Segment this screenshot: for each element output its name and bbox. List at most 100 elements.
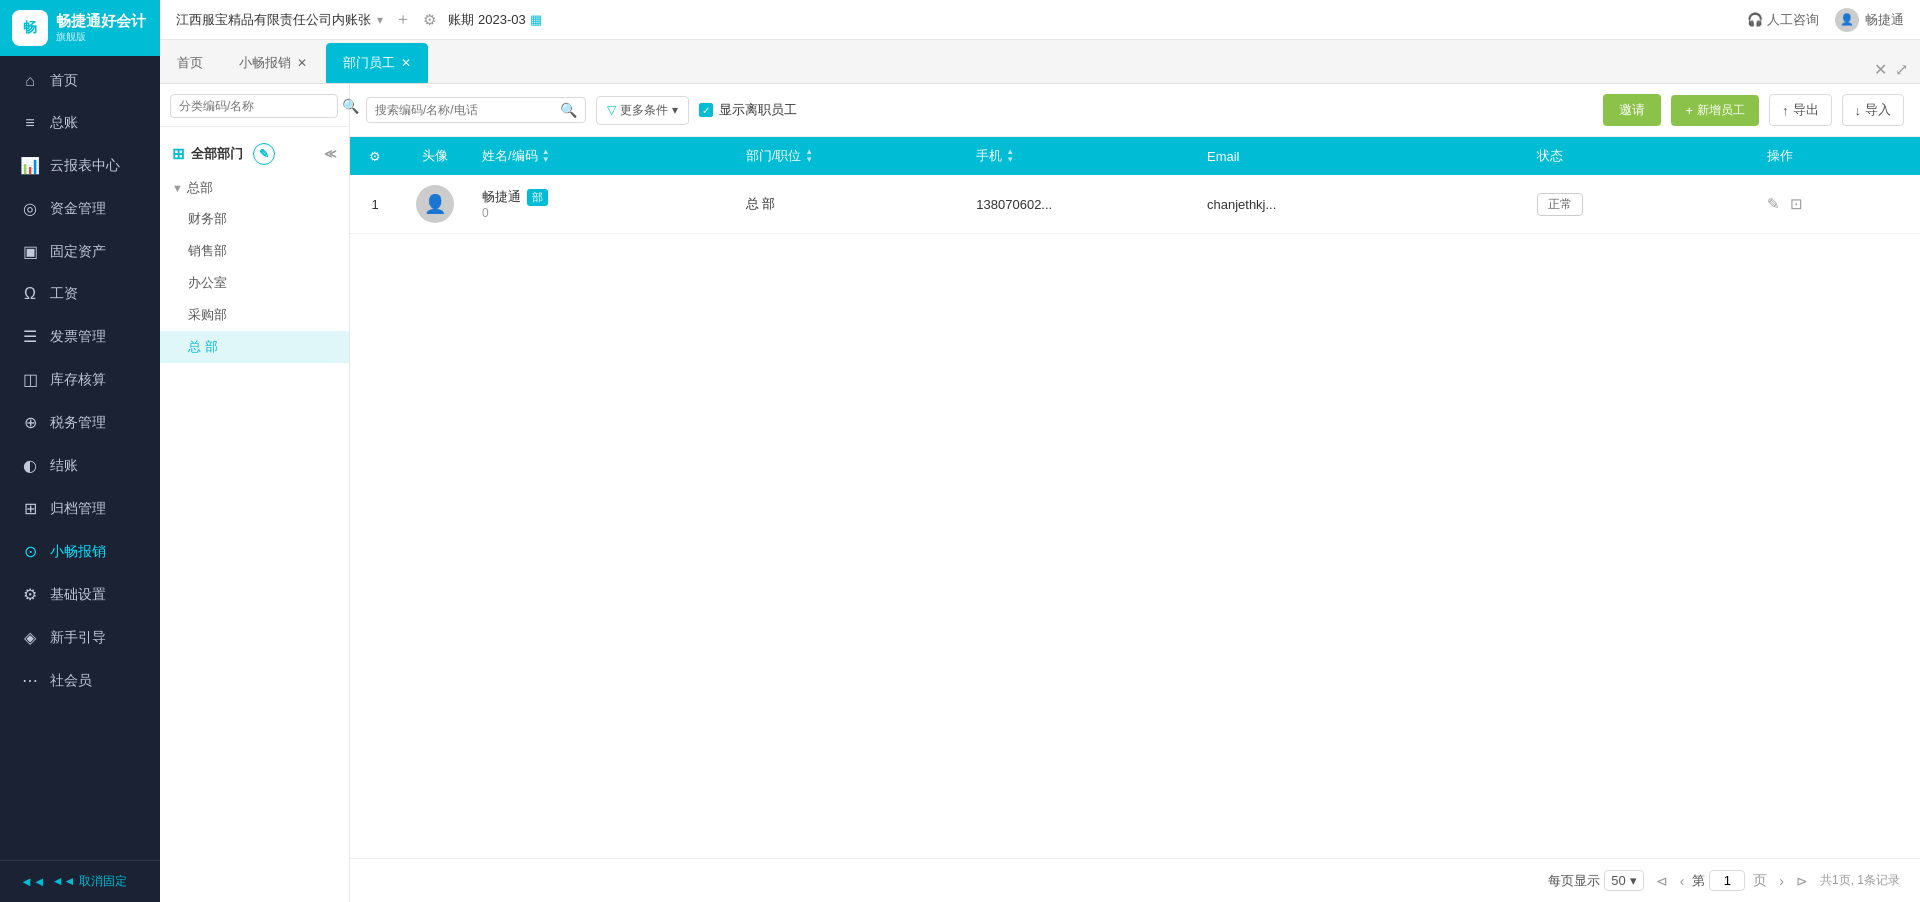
sidebar-item-more[interactable]: ⋯ 社会员: [0, 659, 160, 702]
sidebar: 畅 畅捷通好会计 旗舰版 ⌂ 首页 ≡ 总账 📊 云报表中心 ◎ 资金管理 ▣ …: [0, 0, 160, 902]
dept-collapse-icon[interactable]: ≪: [324, 147, 337, 161]
page-prev-btn[interactable]: ‹: [1676, 871, 1689, 891]
import-icon: ↓: [1855, 103, 1862, 118]
add-icon: +: [1685, 103, 1693, 118]
sidebar-item-archive[interactable]: ⊞ 归档管理: [0, 487, 160, 530]
dept-edit-btn[interactable]: ✎: [253, 143, 275, 165]
expand-tab-icon[interactable]: ⤢: [1895, 60, 1908, 79]
page-first-btn[interactable]: ⊲: [1652, 871, 1672, 891]
sidebar-item-xiaochang[interactable]: ⊙ 小畅报销: [0, 530, 160, 573]
guide-icon: ◈: [20, 628, 40, 647]
sidebar-item-payroll[interactable]: Ω 工资: [0, 273, 160, 315]
sidebar-collapse-btn[interactable]: ◄◄ ◄◄ 取消固定: [0, 860, 160, 902]
show-resigned-checkbox[interactable]: ✓ 显示离职员工: [699, 101, 797, 119]
support-btn[interactable]: 🎧 人工咨询: [1747, 11, 1819, 29]
sidebar-item-tax[interactable]: ⊕ 税务管理: [0, 401, 160, 444]
page-input[interactable]: [1709, 870, 1745, 891]
dept-item-finance[interactable]: 财务部: [160, 203, 349, 235]
page-size-dropdown[interactable]: 50 ▾: [1604, 870, 1643, 891]
tab-close-dept[interactable]: ✕: [401, 56, 411, 70]
sidebar-item-settings[interactable]: ⚙ 基础设置: [0, 573, 160, 616]
all-dept-item[interactable]: ⊞ 全部部门 ✎ ≪: [160, 135, 349, 173]
employee-search-input[interactable]: [375, 103, 556, 117]
page-last-btn[interactable]: ⊳: [1792, 871, 1812, 891]
add-tab-icon[interactable]: ＋: [395, 9, 411, 30]
row-email: chanjethkj...: [1195, 175, 1525, 234]
sidebar-item-reports[interactable]: 📊 云报表中心: [0, 144, 160, 187]
employee-table-wrap: ⚙ 头像 姓名/编码 ▲▼: [350, 137, 1920, 858]
username-label: 畅捷通: [1865, 11, 1904, 29]
checkmark-icon: ✓: [702, 105, 710, 116]
dept-item-purchase[interactable]: 采购部: [160, 299, 349, 331]
col-dept[interactable]: 部门/职位 ▲▼: [734, 137, 965, 175]
grid-icon: ⊞: [172, 145, 185, 163]
settings-icon: ⚙: [20, 585, 40, 604]
sidebar-item-ledger[interactable]: ≡ 总账: [0, 102, 160, 144]
export-button[interactable]: ↑ 导出: [1769, 94, 1832, 126]
pagination-bar: 每页显示 50 ▾ ⊲ ‹ 第 页 › ⊳ 共1页, 1条记录: [350, 858, 1920, 902]
more-filter-btn[interactable]: ▽ 更多条件 ▾: [596, 96, 689, 125]
user-menu[interactable]: 👤 畅捷通: [1835, 8, 1904, 32]
filter-dropdown-icon: ▾: [672, 103, 678, 117]
dept-tree: ⊞ 全部部门 ✎ ≪ ▼ 总部 财务部 销售部 办公室: [160, 127, 349, 892]
sidebar-item-assets-mgmt[interactable]: ◎ 资金管理: [0, 187, 160, 230]
reports-icon: 📊: [20, 156, 40, 175]
logo-text: 畅捷通好会计: [56, 12, 146, 30]
dept-search: 🔍: [160, 94, 349, 127]
topbar-company: 江西服宝精品有限责任公司内账张 ▾: [176, 11, 383, 29]
tab-dept-employee[interactable]: 部门员工 ✕: [326, 43, 428, 83]
dept-search-input[interactable]: [170, 94, 338, 118]
employee-table: ⚙ 头像 姓名/编码 ▲▼: [350, 137, 1920, 234]
calendar-icon[interactable]: ▦: [530, 12, 542, 27]
inventory-icon: ◫: [20, 370, 40, 389]
edit-icon[interactable]: ✎: [1767, 195, 1780, 213]
filter-icon: ▽: [607, 103, 616, 117]
right-toolbar: 🔍 ▽ 更多条件 ▾ ✓ 显示离职员工 邀请 + 新: [350, 84, 1920, 137]
logo-icon: 畅: [12, 10, 48, 46]
add-employee-button[interactable]: + 新增员工: [1671, 95, 1759, 126]
sidebar-item-guide[interactable]: ◈ 新手引导: [0, 616, 160, 659]
person-icon: 👤: [424, 193, 446, 215]
col-settings[interactable]: ⚙: [350, 137, 400, 175]
sidebar-item-invoice[interactable]: ☰ 发票管理: [0, 315, 160, 358]
fixed-assets-icon: ▣: [20, 242, 40, 261]
tab-close-xiaochang[interactable]: ✕: [297, 56, 307, 70]
tabbar: 首页 小畅报销 ✕ 部门员工 ✕ ✕ ⤢: [160, 40, 1920, 84]
main-area: 江西服宝精品有限责任公司内账张 ▾ ＋ ⚙ 账期 2023-03 ▦ 🎧 人工咨…: [160, 0, 1920, 902]
checkbox-box: ✓: [699, 103, 713, 117]
col-name[interactable]: 姓名/编码 ▲▼: [470, 137, 734, 175]
toolbar-right: 邀请 + 新增员工 ↑ 导出 ↓ 导入: [1603, 94, 1904, 126]
page-nav: ⊲ ‹ 第 页 › ⊳: [1652, 870, 1812, 892]
tab-home[interactable]: 首页: [160, 43, 220, 83]
tax-icon: ⊕: [20, 413, 40, 432]
invite-button[interactable]: 邀请: [1603, 94, 1661, 126]
invoice-icon: ☰: [20, 327, 40, 346]
tab-xiaochang-expense[interactable]: 小畅报销 ✕: [222, 43, 324, 83]
col-email: Email: [1195, 137, 1525, 175]
col-status: 状态: [1525, 137, 1756, 175]
logout-icon[interactable]: ⊡: [1790, 195, 1803, 213]
close-tab-icon[interactable]: ✕: [1874, 60, 1887, 79]
sidebar-item-checkout[interactable]: ◐ 结账: [0, 444, 160, 487]
employee-search-icon[interactable]: 🔍: [560, 102, 577, 118]
col-phone[interactable]: 手机 ▲▼: [964, 137, 1195, 175]
page-next-btn[interactable]: ›: [1775, 871, 1788, 891]
settings-gear-icon[interactable]: ⚙: [423, 11, 436, 29]
content-area: 🔍 ⊞ 全部部门 ✎ ≪ ▼ 总部 财务部 销售部: [160, 84, 1920, 902]
row-avatar: 👤: [400, 175, 470, 234]
dept-item-general[interactable]: 总 部: [160, 331, 349, 363]
dept-item-sales[interactable]: 销售部: [160, 235, 349, 267]
topbar-period: 账期 2023-03 ▦: [448, 11, 542, 29]
dept-item-office[interactable]: 办公室: [160, 267, 349, 299]
sidebar-item-inventory[interactable]: ◫ 库存核算: [0, 358, 160, 401]
import-button[interactable]: ↓ 导入: [1842, 94, 1905, 126]
xiaochang-icon: ⊙: [20, 542, 40, 561]
row-name: 畅捷通 部 0: [470, 175, 734, 234]
ledger-icon: ≡: [20, 114, 40, 132]
sidebar-item-home[interactable]: ⌂ 首页: [0, 60, 160, 102]
company-dropdown-icon[interactable]: ▾: [377, 13, 383, 27]
employee-code: 0: [482, 206, 722, 220]
collapse-arrow-icon: ◄◄: [20, 874, 46, 889]
dept-root[interactable]: ▼ 总部: [160, 173, 349, 203]
sidebar-item-fixed-assets[interactable]: ▣ 固定资产: [0, 230, 160, 273]
